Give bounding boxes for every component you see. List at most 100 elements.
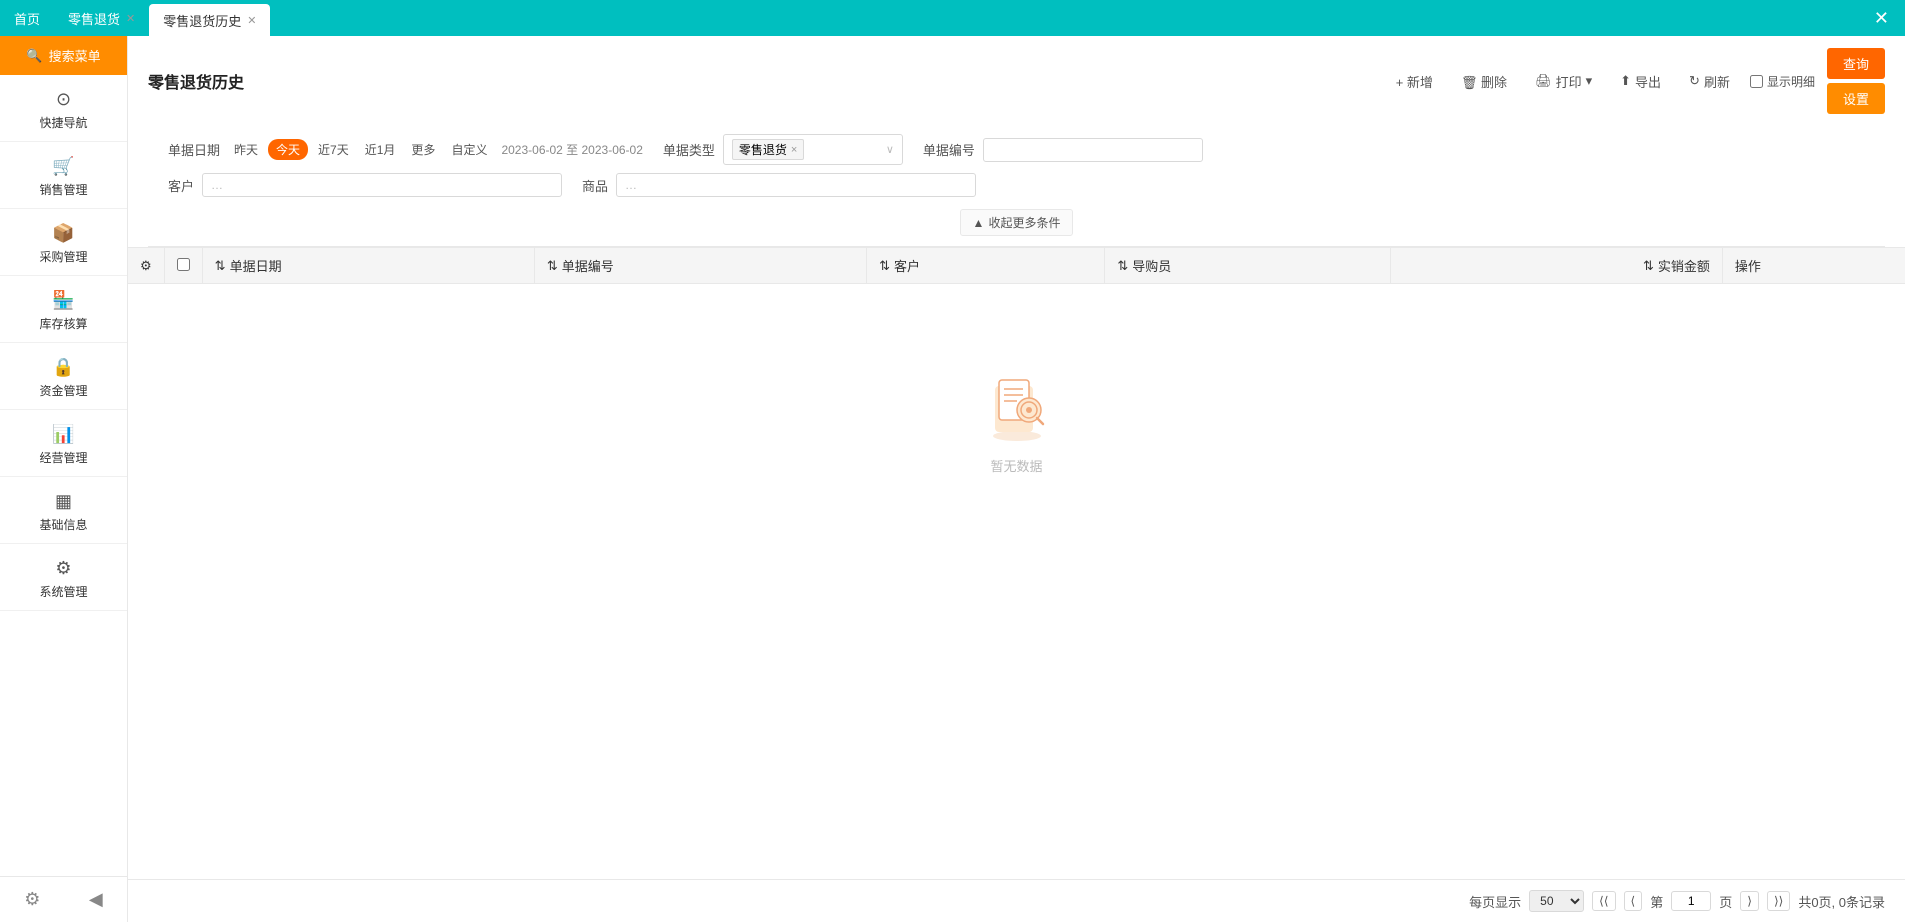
filter-row-2: 客户 商品: [168, 173, 1865, 197]
page-summary: 共0页, 0条记录: [1798, 892, 1885, 911]
content-area: 零售退货历史 + 新增 🗑 删除 🖨 打印 ▾ ⬆ 导出 ↻: [128, 36, 1905, 922]
date-btn-yesterday[interactable]: 昨天: [228, 139, 264, 160]
goods-label: 商品: [582, 176, 608, 195]
tab-retail-return-history-close[interactable]: ✕: [247, 14, 256, 27]
doc-type-tag: 零售退货 ×: [732, 139, 804, 160]
page-header: 零售退货历史 + 新增 🗑 删除 🖨 打印 ▾ ⬆ 导出 ↻: [128, 36, 1905, 248]
sidebar: 🔍 搜索菜单 ⊙ 快捷导航 🛒 销售管理 📦 采购管理 🏪 库存核算 🔒 资金管…: [0, 36, 128, 922]
sidebar-item-sales-mgmt[interactable]: 🛒 销售管理: [0, 142, 127, 209]
sidebar-item-purchase-mgmt[interactable]: 📦 采购管理: [0, 209, 127, 276]
table-body: 暂无数据: [128, 284, 1905, 556]
doc-no-filter: 单据编号: [923, 138, 1203, 162]
tab-retail-return-history-label: 零售退货历史: [163, 11, 241, 30]
query-button[interactable]: 查询: [1827, 48, 1885, 79]
refresh-icon: ↻: [1689, 73, 1700, 89]
tab-home-label: 首页: [14, 9, 40, 28]
sidebar-item-sales-mgmt-label: 销售管理: [39, 181, 87, 198]
customer-label: 客户: [168, 176, 194, 195]
refresh-button[interactable]: ↻ 刷新: [1681, 68, 1738, 95]
sidebar-settings-icon[interactable]: ⚙: [24, 889, 40, 910]
sidebar-item-finance-mgmt-label: 资金管理: [39, 382, 87, 399]
collapse-button[interactable]: ▲ 收起更多条件: [960, 209, 1074, 236]
sidebar-item-finance-mgmt[interactable]: 🔒 资金管理: [0, 343, 127, 410]
last-page-button[interactable]: ⟩⟩: [1767, 891, 1790, 911]
header-buttons: 查询 设置: [1827, 48, 1885, 114]
print-dropdown-icon: ▾: [1586, 73, 1593, 89]
next-page-button[interactable]: ⟩: [1740, 891, 1759, 911]
date-btn-7days[interactable]: 近7天: [312, 139, 355, 160]
col-guide[interactable]: ⇅ 导购员: [1105, 248, 1390, 284]
collapse-label: 收起更多条件: [988, 214, 1060, 231]
doc-type-tag-close[interactable]: ×: [791, 144, 797, 156]
sidebar-item-basic-info[interactable]: ▦ 基础信息: [0, 477, 127, 544]
settings-button[interactable]: 设置: [1827, 83, 1885, 114]
tab-retail-return-close[interactable]: ✕: [126, 12, 135, 25]
prev-page-button[interactable]: ⟨: [1624, 891, 1643, 911]
sidebar-item-quick-nav[interactable]: ⊙ 快捷导航: [0, 75, 127, 142]
header-actions: + 新增 🗑 删除 🖨 打印 ▾ ⬆ 导出 ↻ 刷新: [1388, 68, 1815, 95]
sidebar-item-inventory-check[interactable]: 🏪 库存核算: [0, 276, 127, 343]
page-of-label: 页: [1719, 892, 1732, 911]
select-all-checkbox[interactable]: [177, 258, 190, 271]
col-doc-date[interactable]: ⇅ 单据日期: [202, 248, 534, 284]
doc-no-input[interactable]: [983, 138, 1203, 162]
sidebar-item-operations-mgmt[interactable]: 📊 经营管理: [0, 410, 127, 477]
empty-state-icon: [977, 364, 1057, 444]
table-header: ⚙ ⇅ 单据日期 ⇅: [128, 248, 1905, 284]
empty-row: 暂无数据: [128, 284, 1905, 556]
empty-state-text: 暂无数据: [990, 456, 1042, 475]
export-button[interactable]: ⬆ 导出: [1612, 68, 1669, 95]
sidebar-search[interactable]: 🔍 搜索菜单: [0, 36, 127, 75]
doc-type-dropdown-arrow: ∨: [886, 143, 894, 156]
date-range: 2023-06-02 至 2023-06-02: [501, 141, 642, 158]
date-btn-custom[interactable]: 自定义: [445, 139, 493, 160]
sidebar-item-purchase-mgmt-label: 采购管理: [39, 248, 87, 265]
doc-type-label: 单据类型: [663, 140, 715, 159]
sidebar-search-label: 搜索菜单: [49, 46, 101, 65]
date-filter-label: 单据日期: [168, 140, 220, 159]
customer-input[interactable]: [202, 173, 562, 197]
tab-retail-return[interactable]: 零售退货 ✕: [54, 0, 149, 36]
col-settings[interactable]: ⚙: [128, 248, 164, 284]
doc-no-label: 单据编号: [923, 140, 975, 159]
first-page-button[interactable]: ⟨⟨: [1592, 891, 1615, 911]
sidebar-collapse-icon[interactable]: ◀: [89, 889, 103, 910]
date-btn-today[interactable]: 今天: [268, 139, 308, 160]
date-btn-more[interactable]: 更多: [405, 139, 441, 160]
col-actual-amount-label: 实销金额: [1658, 256, 1710, 275]
tab-retail-return-history[interactable]: 零售退货历史 ✕: [149, 4, 270, 36]
page-number-input[interactable]: [1671, 891, 1711, 911]
date-btn-1month[interactable]: 近1月: [359, 139, 402, 160]
delete-button[interactable]: 🗑 删除: [1453, 68, 1515, 95]
col-doc-date-label: 单据日期: [230, 256, 282, 275]
page-title: 零售退货历史: [148, 69, 1388, 93]
goods-input[interactable]: [616, 173, 976, 197]
doc-type-filter: 单据类型 零售退货 × ∨: [663, 134, 903, 165]
show-detail-label: 显示明细: [1750, 73, 1815, 90]
sidebar-item-inventory-check-label: 库存核算: [39, 315, 87, 332]
page-size-select[interactable]: 20 50 100: [1529, 890, 1584, 912]
doc-type-input[interactable]: 零售退货 × ∨: [723, 134, 903, 165]
pagination-bar: 每页显示 20 50 100 ⟨⟨ ⟨ 第 页 ⟩ ⟩⟩ 共0页, 0条记录: [128, 879, 1905, 922]
col-customer[interactable]: ⇅ 客户: [867, 248, 1105, 284]
data-table: ⚙ ⇅ 单据日期 ⇅: [128, 248, 1905, 555]
print-button[interactable]: 🖨 打印 ▾: [1527, 68, 1600, 95]
operations-mgmt-icon: 📊: [52, 424, 74, 445]
tab-home[interactable]: 首页: [0, 0, 54, 36]
col-doc-no-label: 单据编号: [562, 256, 614, 275]
window-close-button[interactable]: ✕: [1874, 8, 1905, 29]
top-tab-bar: 首页 零售退货 ✕ 零售退货历史 ✕ ✕: [0, 0, 1905, 36]
col-actual-amount[interactable]: ⇅ 实销金额: [1390, 248, 1722, 284]
col-operation: 操作: [1722, 248, 1905, 284]
add-button[interactable]: + 新增: [1388, 68, 1441, 95]
purchase-mgmt-icon: 📦: [52, 223, 74, 244]
show-detail-checkbox[interactable]: [1750, 75, 1763, 88]
sidebar-bottom: ⚙ ◀: [0, 876, 127, 922]
col-doc-no[interactable]: ⇅ 单据编号: [534, 248, 866, 284]
goods-filter: 商品: [582, 173, 976, 197]
print-label: 打印: [1556, 72, 1582, 91]
filter-area: 单据日期 昨天 今天 近7天 近1月 更多 自定义 2023-06-02 至 2…: [148, 124, 1885, 247]
col-operation-label: 操作: [1735, 259, 1761, 274]
system-mgmt-icon: ⚙: [55, 558, 71, 579]
sidebar-item-system-mgmt[interactable]: ⚙ 系统管理: [0, 544, 127, 611]
